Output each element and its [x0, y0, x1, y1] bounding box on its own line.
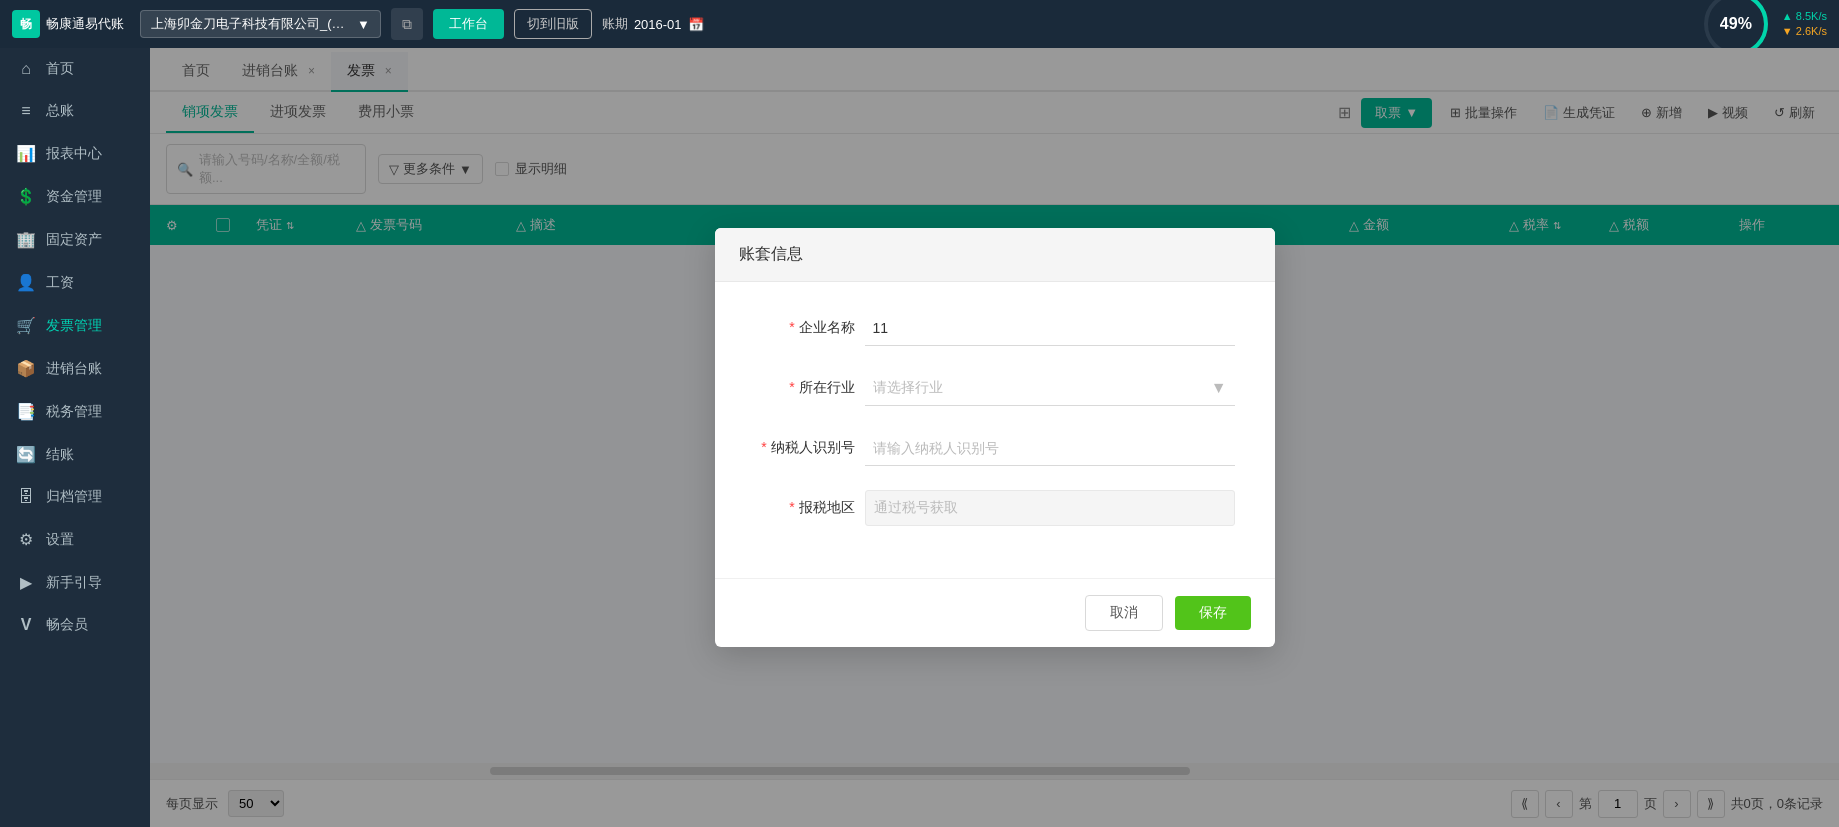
sidebar-label-ledger: 总账	[46, 102, 74, 120]
settings-icon: ⚙	[16, 530, 36, 549]
modal-box: 账套信息 * 企业名称 * 所在行	[715, 228, 1275, 647]
speed-percent: 49%	[1720, 15, 1752, 33]
archive-icon: 🗄	[16, 488, 36, 506]
modal-title: 账套信息	[739, 245, 803, 262]
sidebar-item-member[interactable]: V 畅会员	[0, 604, 150, 646]
settle-icon: 🔄	[16, 445, 36, 464]
modal-header: 账套信息	[715, 228, 1275, 282]
sidebar-label-settle: 结账	[46, 446, 74, 464]
company-name-input[interactable]	[865, 310, 1235, 346]
sidebar-label-home: 首页	[46, 60, 74, 78]
form-row-tax-id: * 纳税人识别号	[755, 430, 1235, 466]
logo-icon: 畅	[12, 10, 40, 38]
sidebar-label-invoice: 发票管理	[46, 317, 102, 335]
member-icon: V	[16, 616, 36, 634]
sidebar-item-archive[interactable]: 🗄 归档管理	[0, 476, 150, 518]
assets-icon: 🏢	[16, 230, 36, 249]
network-speeds: ▲ 8.5K/s ▼ 2.6K/s	[1782, 9, 1827, 40]
sidebar-item-ledger[interactable]: ≡ 总账	[0, 90, 150, 132]
sidebar-label-assets: 固定资产	[46, 231, 102, 249]
company-selector[interactable]: 上海卯金刀电子科技有限公司_(台201... ▼	[140, 10, 381, 38]
sidebar-item-report[interactable]: 📊 报表中心	[0, 132, 150, 175]
modal-footer: 取消 保存	[715, 578, 1275, 647]
tax-region-display: 通过税号获取	[865, 490, 1235, 526]
sidebar-label-archive: 归档管理	[46, 488, 102, 506]
tax-icon: 📑	[16, 402, 36, 421]
old-version-button[interactable]: 切到旧版	[514, 9, 592, 39]
salary-icon: 👤	[16, 273, 36, 292]
calendar-icon[interactable]: 📅	[688, 17, 704, 32]
form-row-tax-region: * 报税地区 通过税号获取	[755, 490, 1235, 526]
purchase-icon: 📦	[16, 359, 36, 378]
company-name: 上海卯金刀电子科技有限公司_(台201...	[151, 15, 351, 33]
upload-speed: ▲ 8.5K/s	[1782, 9, 1827, 24]
industry-placeholder: 请选择行业	[873, 379, 943, 397]
sidebar-item-fund[interactable]: 💲 资金管理	[0, 175, 150, 218]
form-row-industry: * 所在行业 请选择行业 ▼	[755, 370, 1235, 406]
form-row-company: * 企业名称	[755, 310, 1235, 346]
cancel-button[interactable]: 取消	[1085, 595, 1163, 631]
sidebar-item-invoice[interactable]: 🛒 发票管理	[0, 304, 150, 347]
copy-icon[interactable]: ⧉	[391, 8, 423, 40]
modal-body: * 企业名称 * 所在行业 请选择行业 ▼	[715, 282, 1275, 578]
label-industry: * 所在行业	[755, 379, 865, 397]
period-info: 账期 2016-01 📅	[602, 15, 704, 33]
ledger-icon: ≡	[16, 102, 36, 120]
dropdown-chevron-icon: ▼	[1211, 379, 1227, 397]
label-company-name: * 企业名称	[755, 319, 865, 337]
worktable-button[interactable]: 工作台	[433, 9, 504, 39]
save-button[interactable]: 保存	[1175, 596, 1251, 630]
content-area: 首页 进销台账 × 发票 × 销项发票 进项发票 费用小票 ⊞	[150, 48, 1839, 827]
sidebar: ⌂ 首页 ≡ 总账 📊 报表中心 💲 资金管理 🏢 固定资产 👤 工资 🛒 发票…	[0, 48, 150, 827]
sidebar-item-assets[interactable]: 🏢 固定资产	[0, 218, 150, 261]
sidebar-label-guide: 新手引导	[46, 574, 102, 592]
app-logo: 畅 畅康通易代账	[12, 10, 124, 38]
sidebar-label-purchase: 进销台账	[46, 360, 102, 378]
header-bar: 畅 畅康通易代账 上海卯金刀电子科技有限公司_(台201... ▼ ⧉ 工作台 …	[0, 0, 1839, 48]
home-icon: ⌂	[16, 60, 36, 78]
sidebar-item-settings[interactable]: ⚙ 设置	[0, 518, 150, 561]
sidebar-item-guide[interactable]: ▶ 新手引导	[0, 561, 150, 604]
download-speed: ▼ 2.6K/s	[1782, 24, 1827, 39]
modal-overlay: 账套信息 * 企业名称 * 所在行	[150, 48, 1839, 827]
industry-select[interactable]: 请选择行业 ▼	[865, 370, 1235, 406]
sidebar-label-fund: 资金管理	[46, 188, 102, 206]
label-tax-region: * 报税地区	[755, 499, 865, 517]
sidebar-label-settings: 设置	[46, 531, 74, 549]
sidebar-item-tax[interactable]: 📑 税务管理	[0, 390, 150, 433]
fund-icon: 💲	[16, 187, 36, 206]
sidebar-item-purchase[interactable]: 📦 进销台账	[0, 347, 150, 390]
header-actions: ⧉ 工作台 切到旧版 账期 2016-01 📅	[381, 8, 1700, 40]
report-icon: 📊	[16, 144, 36, 163]
sidebar-label-report: 报表中心	[46, 145, 102, 163]
invoice-icon: 🛒	[16, 316, 36, 335]
guide-icon: ▶	[16, 573, 36, 592]
company-dropdown-icon: ▼	[357, 17, 370, 32]
sidebar-item-home[interactable]: ⌂ 首页	[0, 48, 150, 90]
label-tax-id: * 纳税人识别号	[755, 439, 865, 457]
app-name: 畅康通易代账	[46, 15, 124, 33]
main-container: ⌂ 首页 ≡ 总账 📊 报表中心 💲 资金管理 🏢 固定资产 👤 工资 🛒 发票…	[0, 48, 1839, 827]
sidebar-item-settle[interactable]: 🔄 结账	[0, 433, 150, 476]
tax-id-input[interactable]	[865, 430, 1235, 466]
sidebar-item-salary[interactable]: 👤 工资	[0, 261, 150, 304]
sidebar-label-member: 畅会员	[46, 616, 88, 634]
sidebar-label-tax: 税务管理	[46, 403, 102, 421]
sidebar-label-salary: 工资	[46, 274, 74, 292]
